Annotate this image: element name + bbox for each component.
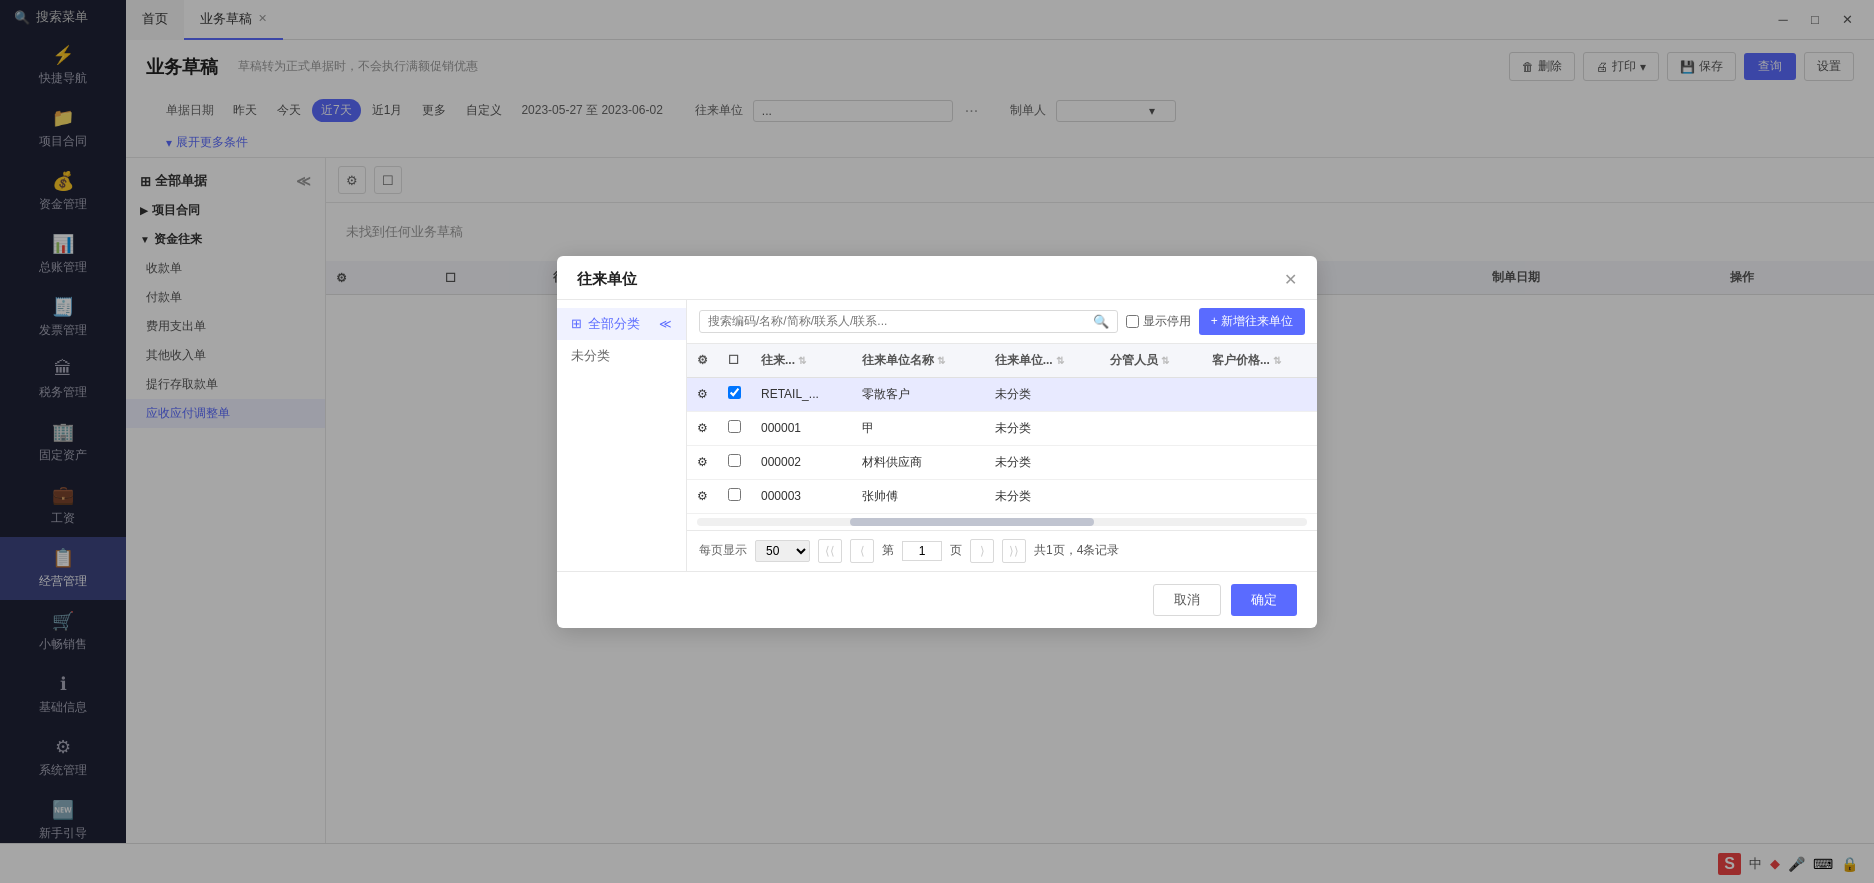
row-checkbox[interactable] [718,445,751,479]
scrollbar-thumb [850,518,1094,526]
search-icon: 🔍 [1093,314,1109,329]
row-checkbox[interactable] [718,411,751,445]
dialog-table-container: ⚙ ☐ 往来...⇅ 往来单位名称⇅ 往来单位...⇅ [687,344,1317,514]
dialog-toolbar: 🔍 显示停用 + 新增往来单位 [687,300,1317,344]
row-settings[interactable]: ⚙ [687,479,718,513]
show-disabled-label[interactable]: 显示停用 [1126,313,1191,330]
dialog-search-box[interactable]: 🔍 [699,310,1118,333]
row-category: 未分类 [985,479,1100,513]
page-label: 第 [882,542,894,559]
row-manager [1100,445,1202,479]
row-settings[interactable]: ⚙ [687,445,718,479]
row-code: 000003 [751,479,852,513]
dialog-body: ⊞ 全部分类 ≪ 未分类 🔍 显示停用 [557,300,1317,571]
dialog-header: 往来单位 ✕ [557,256,1317,300]
row-code: 000001 [751,411,852,445]
row-manager [1100,411,1202,445]
row-code: RETAIL_... [751,377,852,411]
per-page-select[interactable]: 50 100 [755,540,810,562]
table-row[interactable]: ⚙ RETAIL_... 零散客户 未分类 [687,377,1317,411]
dialog-left-all[interactable]: ⊞ 全部分类 ≪ [557,308,686,340]
dialog-left-unclassified[interactable]: 未分类 [557,340,686,372]
table-row[interactable]: ⚙ 000002 材料供应商 未分类 [687,445,1317,479]
row-name: 甲 [852,411,985,445]
dialog-right-panel: 🔍 显示停用 + 新增往来单位 ⚙ ☐ [687,300,1317,571]
dialog-footer-bar: 每页显示 50 100 ⟨⟨ ⟨ 第 页 ⟩ ⟩⟩ 共1页，4条记录 [687,530,1317,571]
page-last-btn[interactable]: ⟩⟩ [1002,539,1026,563]
dialog-left-panel: ⊞ 全部分类 ≪ 未分类 [557,300,687,571]
row-price [1202,445,1317,479]
dialog-col-price[interactable]: 客户价格...⇅ [1202,344,1317,378]
dialog-title: 往来单位 [577,270,637,289]
dialog-search-input[interactable] [708,314,1087,328]
dialog-col-checkbox[interactable]: ☐ [718,344,751,378]
row-price [1202,479,1317,513]
dialog-col-settings[interactable]: ⚙ [687,344,718,378]
dialog-action-footer: 取消 确定 [557,571,1317,628]
row-price [1202,411,1317,445]
show-disabled-checkbox[interactable] [1126,315,1139,328]
row-category: 未分类 [985,445,1100,479]
row-settings[interactable]: ⚙ [687,411,718,445]
dialog-col-manager[interactable]: 分管人员⇅ [1100,344,1202,378]
row-name: 张帅傅 [852,479,985,513]
row-manager [1100,479,1202,513]
table-row[interactable]: ⚙ 000003 张帅傅 未分类 [687,479,1317,513]
total-label: 共1页，4条记录 [1034,542,1119,559]
row-name: 材料供应商 [852,445,985,479]
row-checkbox[interactable] [718,377,751,411]
dialog-col-name[interactable]: 往来单位名称⇅ [852,344,985,378]
page-prev-btn[interactable]: ⟨ [850,539,874,563]
row-settings[interactable]: ⚙ [687,377,718,411]
new-party-button[interactable]: + 新增往来单位 [1199,308,1305,335]
row-name: 零散客户 [852,377,985,411]
cancel-button[interactable]: 取消 [1153,584,1221,616]
row-manager [1100,377,1202,411]
page-input[interactable] [902,541,942,561]
page-suffix: 页 [950,542,962,559]
row-price [1202,377,1317,411]
horizontal-scrollbar[interactable] [697,518,1307,526]
dialog-table: ⚙ ☐ 往来...⇅ 往来单位名称⇅ 往来单位...⇅ [687,344,1317,514]
page-first-btn[interactable]: ⟨⟨ [818,539,842,563]
row-code: 000002 [751,445,852,479]
row-category: 未分类 [985,377,1100,411]
confirm-button[interactable]: 确定 [1231,584,1297,616]
page-next-btn[interactable]: ⟩ [970,539,994,563]
dialog-close-button[interactable]: ✕ [1284,270,1297,289]
collapse-left-icon[interactable]: ≪ [659,317,672,331]
per-page-label: 每页显示 [699,542,747,559]
modal-overlay[interactable]: 往来单位 ✕ ⊞ 全部分类 ≪ 未分类 🔍 [0,0,1874,883]
row-checkbox[interactable] [718,479,751,513]
dialog-col-category[interactable]: 往来单位...⇅ [985,344,1100,378]
table-row[interactable]: ⚙ 000001 甲 未分类 [687,411,1317,445]
row-category: 未分类 [985,411,1100,445]
dialog-col-code[interactable]: 往来...⇅ [751,344,852,378]
party-dialog: 往来单位 ✕ ⊞ 全部分类 ≪ 未分类 🔍 [557,256,1317,628]
